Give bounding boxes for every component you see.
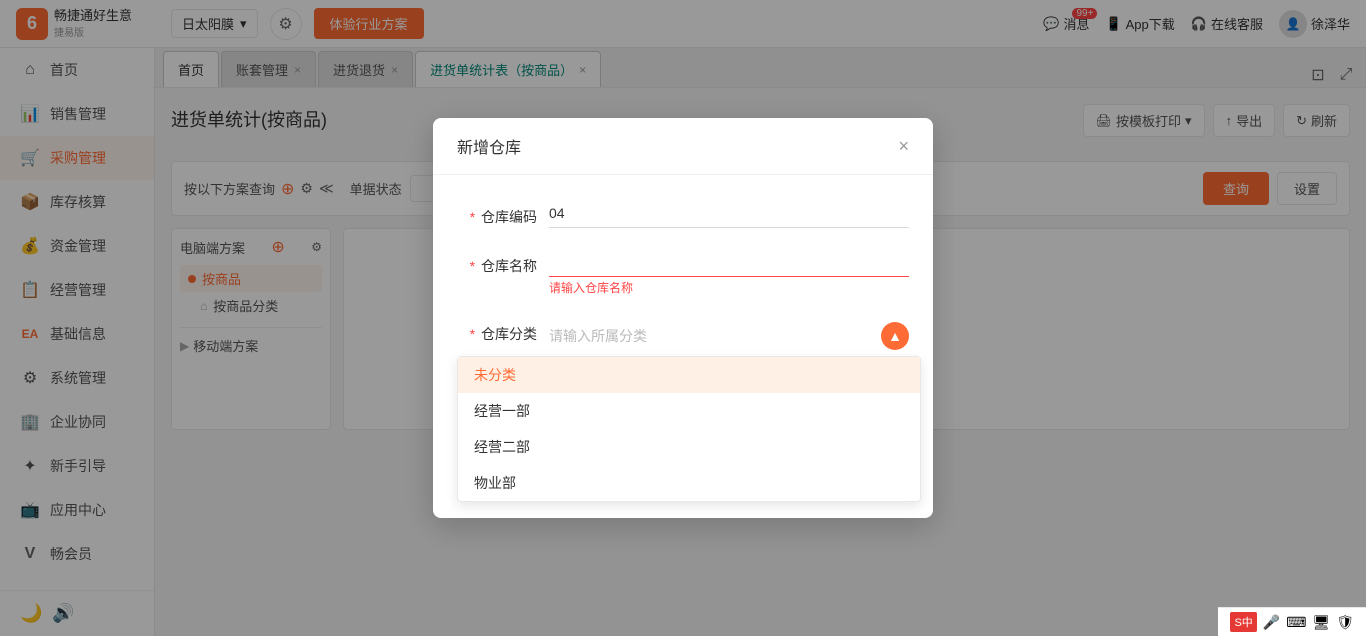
category-dropdown-wrap: ▲ 未分类 经营一部 经营二部 物业部 <box>549 316 909 357</box>
modal-close-button[interactable]: × <box>898 136 909 157</box>
shield-icon[interactable]: 🛡 <box>1336 614 1354 631</box>
mic-icon[interactable]: 🎤 <box>1263 614 1280 631</box>
category-dropdown-list: 未分类 经营一部 经营二部 物业部 <box>457 356 921 502</box>
dropdown-option-dept2[interactable]: 经营二部 <box>458 429 920 465</box>
dropdown-option-dept3[interactable]: 物业部 <box>458 465 920 501</box>
modal-overlay: 新增仓库 × * 仓库编码 * 仓库名称 <box>0 0 1366 636</box>
name-error-msg: 请输入仓库名称 <box>549 279 909 296</box>
dropdown-option-dept1[interactable]: 经营一部 <box>458 393 920 429</box>
modal-body: * 仓库编码 * 仓库名称 请输入仓库名称 <box>433 175 933 450</box>
category-input[interactable] <box>549 328 881 344</box>
bottom-status-bar: S中 🎤 ⌨ 🖥 🛡 <box>1218 607 1366 636</box>
dropdown-option-uncategorized[interactable]: 未分类 <box>458 357 920 393</box>
monitor-icon[interactable]: 🖥 <box>1312 614 1330 631</box>
input-method-icon[interactable]: S中 <box>1230 612 1256 632</box>
code-label: * 仓库编码 <box>457 199 537 227</box>
code-control <box>549 199 909 228</box>
form-row-code: * 仓库编码 <box>457 199 909 228</box>
form-row-name: * 仓库名称 请输入仓库名称 <box>457 248 909 296</box>
chevron-up-icon: ▲ <box>888 328 902 344</box>
name-control: 请输入仓库名称 <box>549 248 909 296</box>
form-row-category: * 仓库分类 ▲ 未分类 经营一部 经营二部 物业部 <box>457 316 909 357</box>
modal-header: 新增仓库 × <box>433 118 933 175</box>
name-label: * 仓库名称 <box>457 248 537 276</box>
keyboard-icon[interactable]: ⌨ <box>1286 614 1306 631</box>
new-warehouse-modal: 新增仓库 × * 仓库编码 * 仓库名称 <box>433 118 933 518</box>
category-label: * 仓库分类 <box>457 316 537 344</box>
name-input[interactable] <box>549 248 909 277</box>
category-input-row: ▲ <box>549 316 909 357</box>
modal-title: 新增仓库 <box>457 134 521 158</box>
code-input[interactable] <box>549 199 909 228</box>
dropdown-toggle-button[interactable]: ▲ <box>881 322 909 350</box>
